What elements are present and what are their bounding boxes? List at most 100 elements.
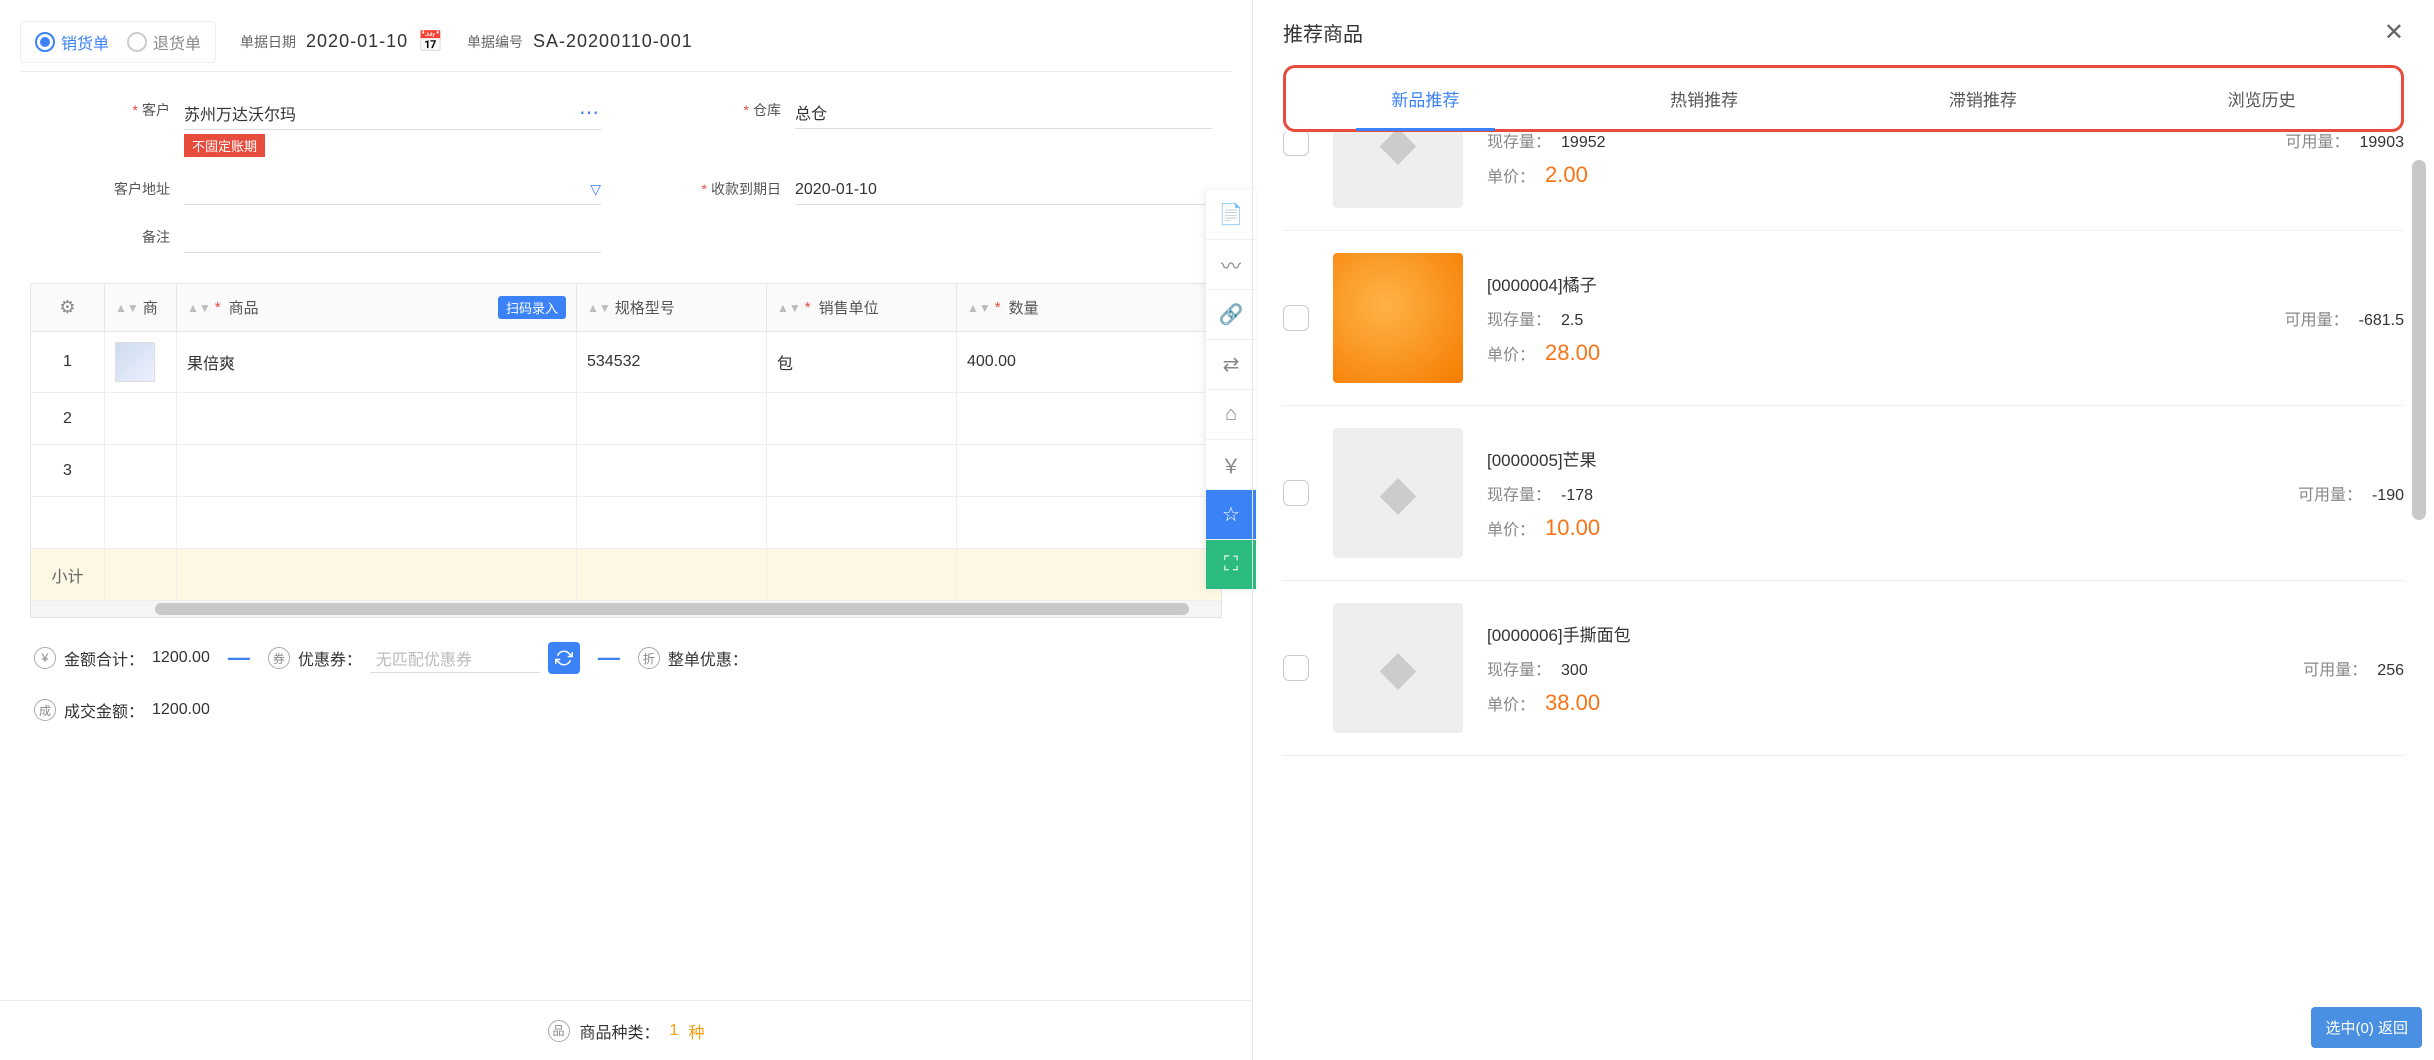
table-row[interactable]: 1 果倍爽 534532 包 400.00	[31, 332, 1221, 393]
table-row[interactable]	[31, 497, 1221, 549]
tab-slow-products[interactable]: 滞销推荐	[1844, 76, 2123, 121]
product-card: [0000004]橘子 现存量：2.5 可用量：-681.5 单价：28.00	[1283, 231, 2404, 406]
sort-icon: ▲▼	[115, 305, 139, 311]
cell-idx: 3	[31, 445, 105, 496]
col-unit[interactable]: ▲▼*销售单位	[767, 284, 957, 331]
tool-note[interactable]: 📄	[1206, 190, 1256, 240]
product-title: [0000005]芒果	[1487, 446, 2404, 471]
address-input[interactable]: ▽	[184, 175, 601, 205]
tool-favorite[interactable]: ☆	[1206, 490, 1256, 540]
product-checkbox[interactable]	[1283, 480, 1309, 506]
recommend-panel: 推荐商品 ✕ 新品推荐 热销推荐 滞销推荐 浏览历史 ◆ 250ml 现存量：1…	[1252, 0, 2434, 1060]
recommend-tabs-wrap: 新品推荐 热销推荐 滞销推荐 浏览历史	[1253, 65, 2434, 132]
scrollbar-thumb[interactable]	[155, 603, 1189, 615]
recommend-title: 推荐商品	[1283, 18, 1363, 47]
chevron-down-icon[interactable]: ▽	[590, 181, 601, 198]
gear-icon: ⚙	[59, 297, 75, 318]
scan-input-button[interactable]: 扫码录入	[498, 296, 566, 319]
tab-history[interactable]: 浏览历史	[2122, 76, 2401, 121]
tab-hot-products[interactable]: 热销推荐	[1565, 76, 1844, 121]
coupon-field: 券 优惠券： 无匹配优惠券	[268, 642, 580, 674]
close-icon[interactable]: ✕	[2384, 18, 2404, 47]
remark-row: 备注	[40, 223, 601, 253]
scrollbar-thumb[interactable]	[2412, 160, 2426, 520]
more-icon[interactable]: ⋯	[579, 100, 601, 125]
remark-input[interactable]	[184, 223, 601, 253]
kinds-suffix: 种	[688, 1019, 704, 1043]
col-sku[interactable]: ▲▼商	[105, 284, 177, 331]
field-label: 备注	[40, 223, 170, 247]
cell-qty[interactable]: 400.00	[957, 332, 1221, 392]
account-period-badge: 不固定账期	[184, 134, 265, 157]
tab-label: 销货单	[61, 30, 109, 54]
product-checkbox[interactable]	[1283, 132, 1309, 156]
product-checkbox[interactable]	[1283, 655, 1309, 681]
tool-fullscreen[interactable]: ⛶	[1206, 540, 1256, 590]
doc-no-field: 单据编号 SA-20200110-001	[467, 31, 693, 52]
product-image-placeholder: ◆	[1333, 603, 1463, 733]
tab-new-products[interactable]: 新品推荐	[1286, 76, 1565, 121]
col-spec[interactable]: ▲▼规格型号	[577, 284, 767, 331]
field-label: *客户	[40, 96, 170, 120]
cell-product[interactable]: 果倍爽	[177, 332, 577, 392]
product-image-orange	[1333, 253, 1463, 383]
deal-amount: 成 成交金额： 1200.00	[34, 698, 210, 722]
cell-idx: 1	[31, 332, 105, 392]
cell-spec[interactable]: 534532	[577, 332, 767, 392]
cell-thumb	[105, 332, 177, 392]
doc-no-value: SA-20200110-001	[533, 31, 693, 52]
product-card: ◆ 250ml 现存量：19952 可用量：19903 单价：2.00	[1283, 132, 2404, 231]
doc-date-value[interactable]: 2020-01-10	[306, 31, 408, 52]
tab-sales-order[interactable]: 销货单	[35, 30, 109, 54]
coupon-input[interactable]: 无匹配优惠券	[370, 644, 540, 673]
yen-icon: ¥	[34, 647, 56, 669]
warehouse-input[interactable]: 总仓	[795, 96, 1212, 129]
address-row: 客户地址 ▽	[40, 175, 601, 205]
table-row[interactable]: 3	[31, 445, 1221, 497]
field-label: 单据编号	[467, 32, 523, 52]
recommend-header: 推荐商品 ✕	[1253, 0, 2434, 65]
discount-icon: 折	[638, 647, 660, 669]
tool-inbox[interactable]: ⌂	[1206, 390, 1256, 440]
minus-icon: —	[598, 645, 620, 671]
refresh-button[interactable]	[548, 642, 580, 674]
recommend-tabs: 新品推荐 热销推荐 滞销推荐 浏览历史	[1283, 65, 2404, 132]
tool-chart[interactable]: 〰	[1206, 240, 1256, 290]
amount-total: ¥ 金额合计： 1200.00	[34, 646, 210, 670]
refresh-icon	[555, 649, 573, 667]
cell-unit[interactable]: 包	[767, 332, 957, 392]
product-checkbox[interactable]	[1283, 305, 1309, 331]
recommend-footer: 选中(0) 返回	[2311, 1007, 2422, 1048]
doc-date-field: 单据日期 2020-01-10 📅	[240, 29, 443, 54]
col-settings[interactable]: ⚙	[31, 284, 105, 331]
vertical-scrollbar[interactable]	[2412, 160, 2426, 980]
recommend-list[interactable]: ◆ 250ml 现存量：19952 可用量：19903 单价：2.00 [000…	[1253, 132, 2434, 1060]
horizontal-scrollbar[interactable]	[31, 601, 1221, 617]
whole-discount: 折 整单优惠：	[638, 646, 748, 670]
form-area: *客户 苏州万达沃尔玛 ⋯ 不固定账期 *仓库 总仓 客户地址	[20, 72, 1232, 263]
line-items-table: ⚙ ▲▼商 ▲▼*商品扫码录入 ▲▼规格型号 ▲▼*销售单位 ▲▼*数量 1 果…	[30, 283, 1222, 618]
table-row[interactable]: 2	[31, 393, 1221, 445]
product-image-placeholder: ◆	[1333, 132, 1463, 208]
kinds-count: 1	[670, 1022, 679, 1040]
col-qty[interactable]: ▲▼*数量	[957, 284, 1221, 331]
product-card: ◆ [0000005]芒果 现存量：-178 可用量：-190 单价：10.00	[1283, 406, 2404, 581]
col-product[interactable]: ▲▼*商品扫码录入	[177, 284, 577, 331]
due-date-input[interactable]: 2020-01-10	[795, 175, 1212, 205]
coupon-icon: 券	[268, 647, 290, 669]
warehouse-row: *仓库 总仓	[651, 96, 1212, 157]
sales-order-pane: 销货单 退货单 单据日期 2020-01-10 📅 单据编号 SA-202001…	[0, 0, 1252, 1060]
tool-exchange[interactable]: ⇄	[1206, 340, 1256, 390]
due-date-row: *收款到期日 2020-01-10	[651, 175, 1212, 205]
side-toolbar: 📄 〰 🔗 ⇄ ⌂ ￥ ☆ ⛶	[1206, 190, 1256, 590]
tool-currency[interactable]: ￥	[1206, 440, 1256, 490]
minus-icon: —	[228, 645, 250, 671]
calendar-icon[interactable]: 📅	[418, 29, 443, 54]
tab-label: 退货单	[153, 30, 201, 54]
kinds-label: 商品种类：	[580, 1019, 660, 1043]
customer-input[interactable]: 苏州万达沃尔玛 ⋯	[184, 96, 601, 130]
product-card: ◆ [0000006]手撕面包 现存量：300 可用量：256 单价：38.00	[1283, 581, 2404, 756]
tool-link[interactable]: 🔗	[1206, 290, 1256, 340]
tab-return-order[interactable]: 退货单	[127, 30, 201, 54]
select-return-button[interactable]: 选中(0) 返回	[2311, 1007, 2422, 1048]
